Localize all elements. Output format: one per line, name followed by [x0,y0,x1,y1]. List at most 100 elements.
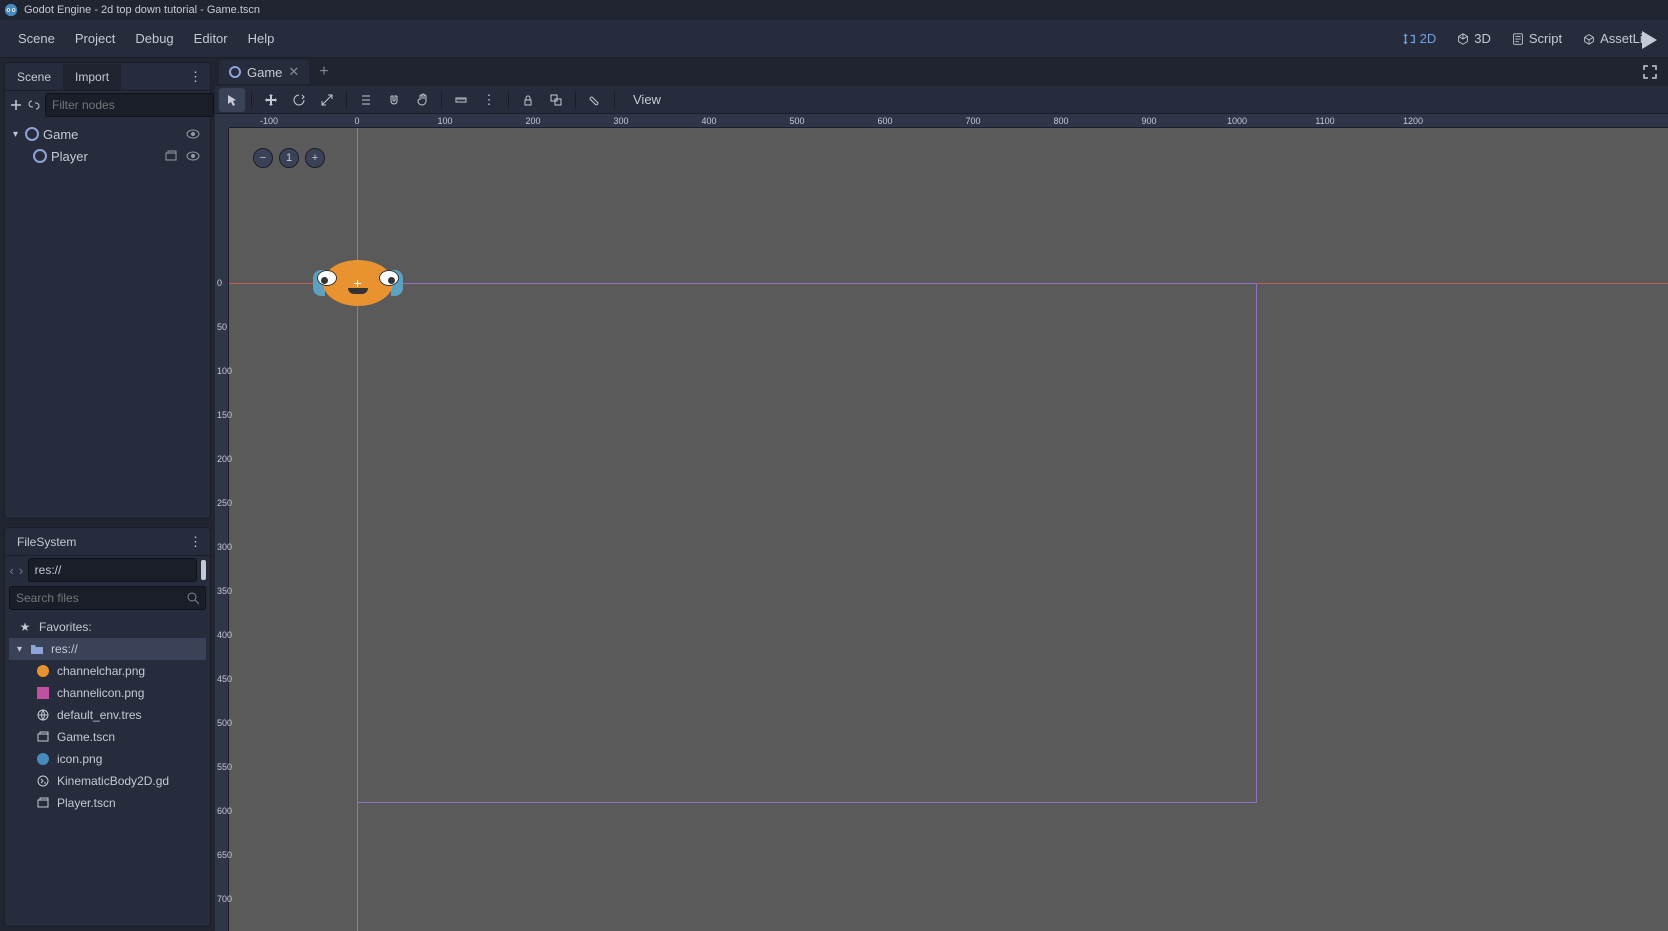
rotate-tool[interactable] [286,88,312,112]
mode-3d-button[interactable]: 3D [1446,25,1501,52]
visibility-icon[interactable] [186,149,202,163]
move-icon [264,93,278,107]
play-icon [1636,28,1660,52]
mode-2d-button[interactable]: 2D [1392,25,1447,52]
zoom-in-button[interactable]: + [305,148,325,168]
instance-scene-button[interactable] [27,94,41,116]
file-label: channelchar.png [57,664,145,678]
origin-marker [354,280,361,287]
nav-back-button[interactable]: ‹ [9,560,14,580]
folder-icon [29,641,45,657]
tab-filesystem[interactable]: FileSystem [5,529,88,555]
file-game-tscn[interactable]: Game.tscn [9,726,206,748]
bone-tool[interactable] [582,88,608,112]
select-tool[interactable] [219,88,245,112]
collapse-icon[interactable]: ▾ [13,129,25,140]
lock-tool[interactable] [515,88,541,112]
favorites-section[interactable]: ★ Favorites: [9,616,206,638]
scale-icon [320,93,334,107]
node-player[interactable]: Player [9,145,206,167]
file-label: Game.tscn [57,730,115,744]
list-icon [359,93,373,107]
menu-scene[interactable]: Scene [8,25,65,52]
file-icon-png[interactable]: icon.png [9,748,206,770]
node-game[interactable]: ▾ Game [9,123,206,145]
folder-label: res:// [51,642,78,656]
link-icon [27,98,41,112]
move-tool[interactable] [258,88,284,112]
file-player-tscn[interactable]: Player.tscn [9,792,206,814]
ruler-vertical: 0501001502002503003504004505005506006507… [215,128,229,931]
viewport-toolbar: ⋮ View [215,86,1668,114]
file-kinematicbody-gd[interactable]: KinematicBody2D.gd [9,770,206,792]
titlebar: Godot Engine - 2d top down tutorial - Ga… [0,0,1668,20]
file-label: KinematicBody2D.gd [57,774,169,788]
canvas-area[interactable]: − 1 + [229,128,1668,931]
search-files-input[interactable] [9,586,206,610]
instance-icon[interactable] [164,149,178,163]
env-file-icon [35,707,51,723]
view-mode-button[interactable] [201,560,206,580]
scene-tabs-bar: Game ✕ + [215,58,1668,86]
menu-editor[interactable]: Editor [184,25,238,52]
menu-project[interactable]: Project [65,25,125,52]
zoom-reset-button[interactable]: 1 [279,148,299,168]
3d-icon [1456,32,1470,46]
more-tools-dots[interactable]: ⋮ [476,88,502,112]
file-label: channelicon.png [57,686,144,700]
titlebar-text: Godot Engine - 2d top down tutorial - Ga… [24,4,260,16]
file-channelicon[interactable]: channelicon.png [9,682,206,704]
filter-nodes-input[interactable] [45,93,214,117]
image-file-icon [35,685,51,701]
menu-debug[interactable]: Debug [125,25,183,52]
script-file-icon [35,773,51,789]
rotate-icon [292,93,306,107]
file-default-env[interactable]: default_env.tres [9,704,206,726]
file-label: icon.png [57,752,102,766]
add-tab-button[interactable]: + [309,63,338,81]
filesystem-panel: FileSystem ⋮ ‹ › ★ Favorites: [4,527,211,927]
group-icon [549,93,563,107]
node-label: Game [43,127,78,142]
tab-scene[interactable]: Scene [5,64,63,90]
visibility-icon[interactable] [186,127,202,141]
game-bounds-rect [357,283,1257,803]
collapse-icon[interactable]: ▾ [17,644,29,655]
folder-root[interactable]: ▾ res:// [9,638,206,660]
path-input[interactable] [28,558,197,582]
node2d-icon [229,66,241,78]
ruler-horizontal: -100010020030040050060070080090010001100… [229,114,1668,128]
add-node-button[interactable] [9,94,23,116]
pan-tool[interactable] [409,88,435,112]
zoom-out-button[interactable]: − [253,148,273,168]
assetlib-icon [1582,32,1596,46]
scene-file-icon [35,795,51,811]
lock-icon [521,93,535,107]
2d-icon [1402,32,1416,46]
menubar: Scene Project Debug Editor Help 2D 3D Sc… [0,20,1668,58]
image-file-icon [35,663,51,679]
tab-import[interactable]: Import [63,64,121,90]
group-tool[interactable] [543,88,569,112]
mode-script-button[interactable]: Script [1501,25,1572,52]
panel-menu-dots-icon[interactable]: ⋮ [181,69,210,85]
scale-tool[interactable] [314,88,340,112]
menu-help[interactable]: Help [238,25,285,52]
plus-icon [9,98,23,112]
expand-viewport-button[interactable] [1636,64,1664,80]
hand-icon [415,93,429,107]
scene-tab-game[interactable]: Game ✕ [219,60,309,84]
file-channelchar[interactable]: channelchar.png [9,660,206,682]
nav-forward-button[interactable]: › [18,560,23,580]
snap-tool[interactable] [381,88,407,112]
list-select-tool[interactable] [353,88,379,112]
close-tab-icon[interactable]: ✕ [288,64,299,80]
play-button[interactable] [1636,28,1660,52]
panel-menu-dots-icon[interactable]: ⋮ [181,534,210,550]
viewport[interactable]: -100010020030040050060070080090010001100… [215,114,1668,931]
scene-file-icon [35,729,51,745]
view-menu[interactable]: View [621,92,673,107]
file-label: Player.tscn [57,796,116,810]
ruler-tool[interactable] [448,88,474,112]
node-label: Player [51,149,88,164]
